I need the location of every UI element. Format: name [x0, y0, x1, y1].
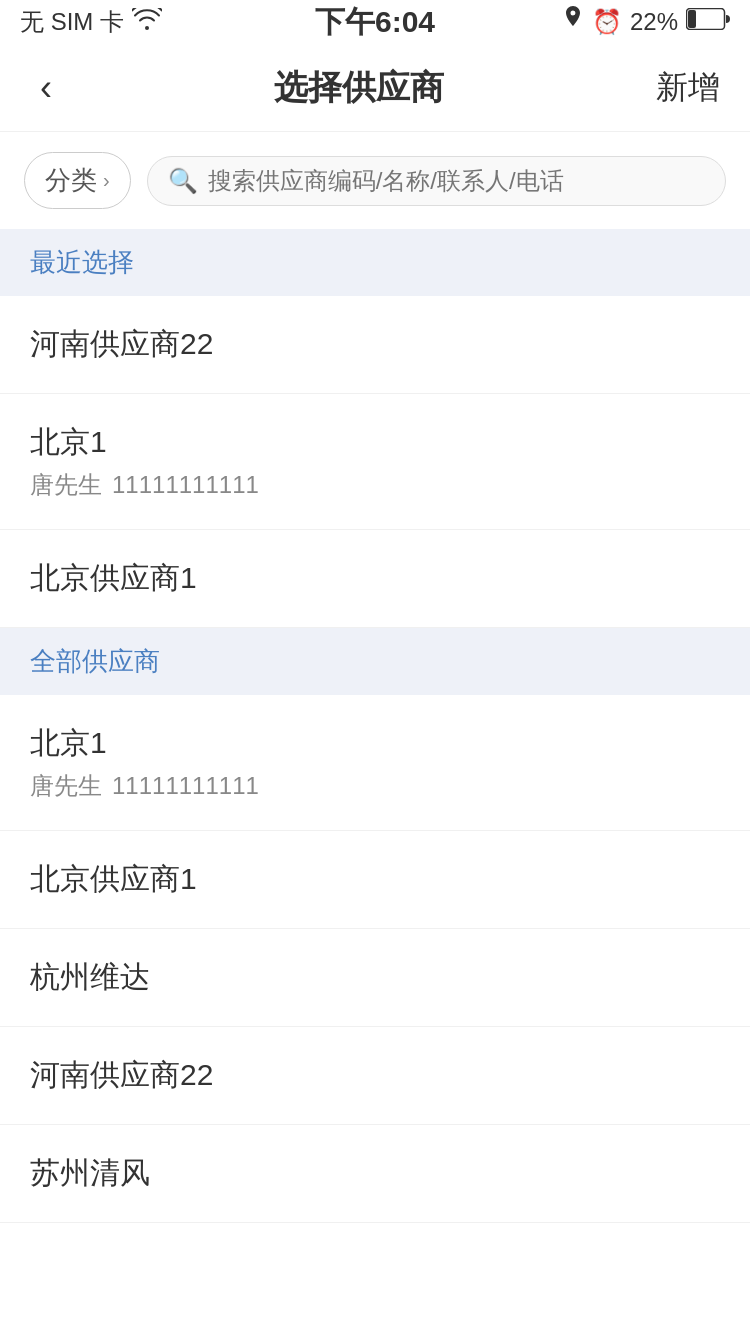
wifi-icon	[132, 8, 162, 36]
item-name: 苏州清风	[30, 1153, 720, 1194]
item-contact: 唐先生	[30, 471, 102, 498]
all-section-header: 全部供应商	[0, 628, 750, 695]
item-name: 北京供应商1	[30, 859, 720, 900]
recent-list: 河南供应商22 北京1 唐先生 11111111111 北京供应商1	[0, 296, 750, 628]
recent-section-header: 最近选择	[0, 229, 750, 296]
item-sub: 唐先生 11111111111	[30, 469, 720, 501]
item-phone: 11111111111	[112, 471, 259, 498]
carrier-text: 无 SIM 卡	[20, 6, 124, 38]
list-item[interactable]: 北京1 唐先生 11111111111	[0, 394, 750, 530]
search-box: 🔍	[147, 156, 726, 206]
status-left: 无 SIM 卡	[20, 6, 162, 38]
all-list: 北京1 唐先生 11111111111 北京供应商1 杭州维达河南供应商22 苏州清风	[0, 695, 750, 1223]
battery-icon	[686, 8, 730, 36]
recent-section-label: 最近选择	[30, 247, 134, 277]
battery-text: 22%	[630, 8, 678, 36]
item-name: 北京1	[30, 422, 720, 463]
item-name: 北京1	[30, 723, 720, 764]
list-item[interactable]: 北京1 唐先生 11111111111	[0, 695, 750, 831]
item-contact: 唐先生	[30, 772, 102, 799]
item-name: 杭州维达	[30, 957, 720, 998]
category-filter[interactable]: 分类 ›	[24, 152, 131, 209]
status-right: ⏰ 22%	[562, 6, 730, 38]
status-bar: 无 SIM 卡 下午6:04 ⏰ 22%	[0, 0, 750, 44]
chevron-right-icon: ›	[103, 169, 110, 192]
list-item[interactable]: 杭州维达	[0, 929, 750, 1027]
item-name: 北京供应商1	[30, 558, 720, 599]
alarm-icon: ⏰	[592, 8, 622, 36]
list-item[interactable]: 苏州清风	[0, 1125, 750, 1223]
list-item[interactable]: 北京供应商1	[0, 831, 750, 929]
item-name: 河南供应商22	[30, 324, 720, 365]
page-title: 选择供应商	[274, 65, 444, 111]
list-item[interactable]: 河南供应商22	[0, 1027, 750, 1125]
item-name: 河南供应商22	[30, 1055, 720, 1096]
filter-bar: 分类 › 🔍	[0, 132, 750, 229]
all-section-label: 全部供应商	[30, 646, 160, 676]
category-label: 分类	[45, 163, 97, 198]
nav-bar: ‹ 选择供应商 新增	[0, 44, 750, 132]
list-item[interactable]: 北京供应商1	[0, 530, 750, 628]
list-item[interactable]: 河南供应商22	[0, 296, 750, 394]
item-sub: 唐先生 11111111111	[30, 770, 720, 802]
search-input[interactable]	[208, 167, 705, 195]
item-phone: 11111111111	[112, 772, 259, 799]
search-icon: 🔍	[168, 167, 198, 195]
svg-rect-1	[688, 10, 696, 28]
add-button[interactable]: 新增	[656, 66, 720, 110]
back-button[interactable]: ‹	[30, 57, 62, 119]
status-time: 下午6:04	[315, 2, 435, 43]
location-icon	[562, 6, 584, 38]
